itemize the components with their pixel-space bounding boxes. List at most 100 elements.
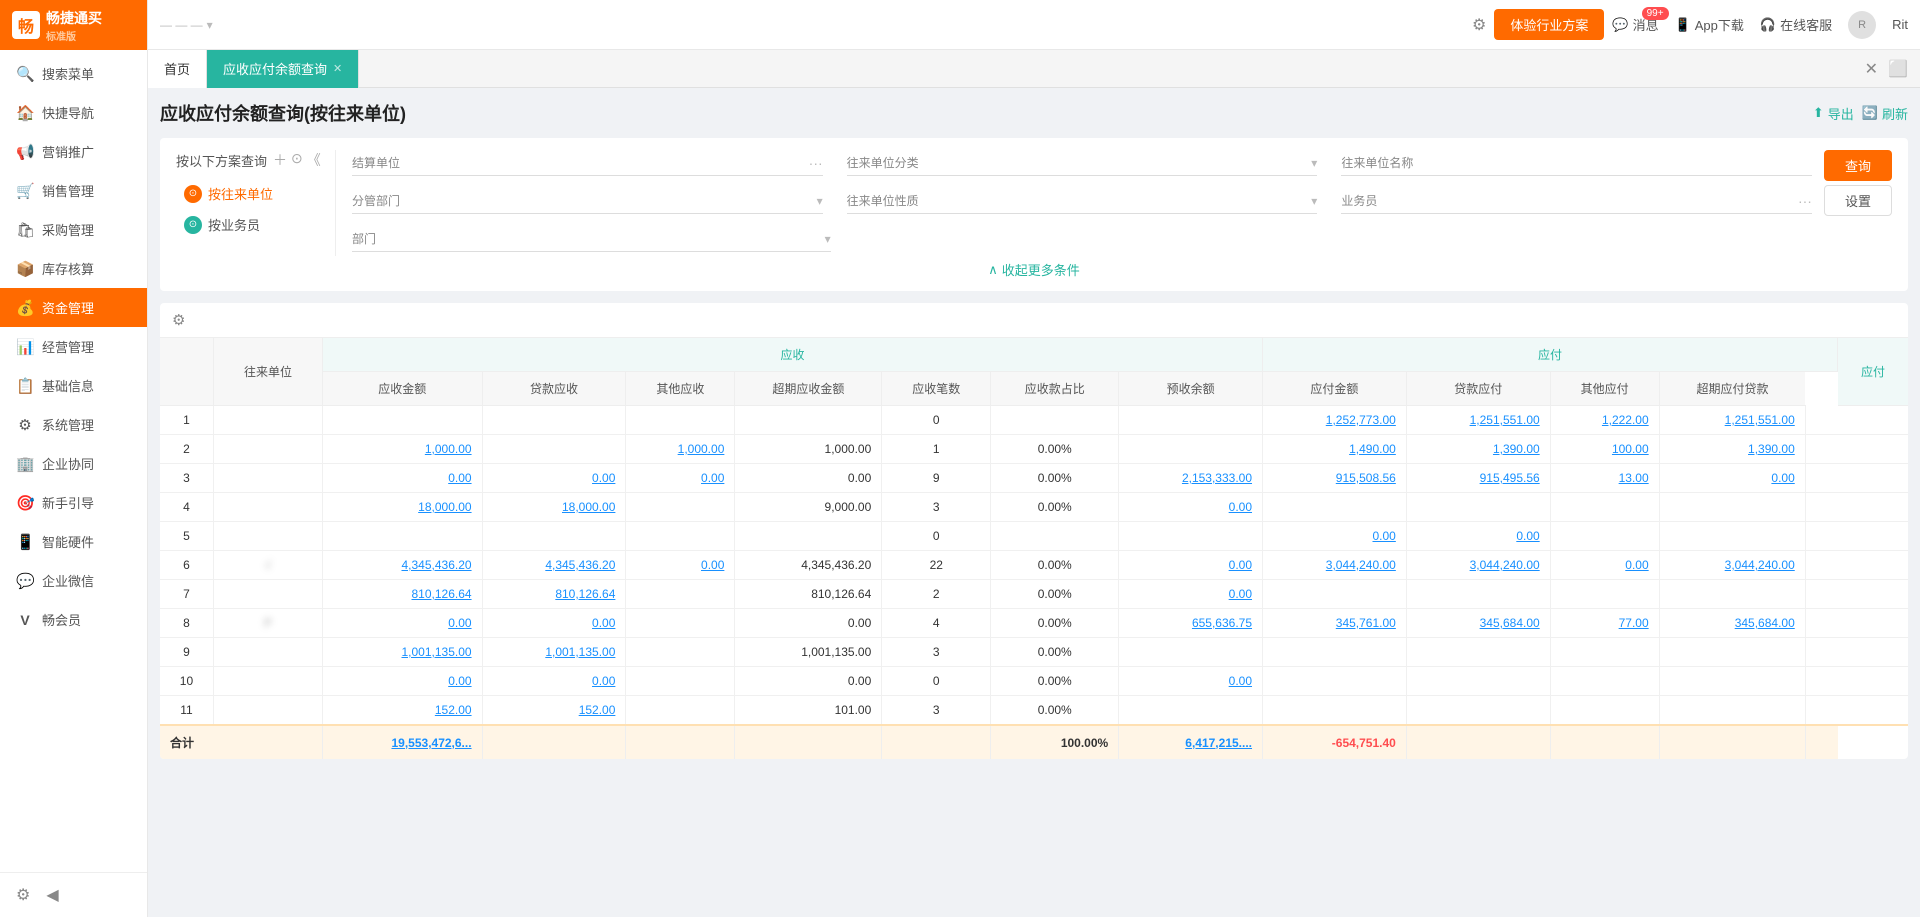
table-cell[interactable]	[1119, 696, 1263, 726]
table-cell[interactable]: 100.00	[1550, 435, 1659, 464]
table-cell[interactable]: 0.00	[1119, 667, 1263, 696]
tab-expand-btn[interactable]: ⬜	[1884, 55, 1912, 83]
query-button[interactable]: 查询	[1824, 150, 1892, 181]
dept-supervisor-arrow[interactable]: ▾	[817, 194, 823, 208]
table-cell[interactable]: 345,684.00	[1406, 609, 1550, 638]
table-cell[interactable]	[626, 522, 735, 551]
table-cell[interactable]: 1,251,551.00	[1659, 406, 1805, 435]
table-cell[interactable]: 2,153,333.00	[1119, 464, 1263, 493]
settlement-unit-field[interactable]	[408, 155, 805, 170]
table-cell[interactable]	[1263, 638, 1407, 667]
table-cell[interactable]: 655,636.75	[1119, 609, 1263, 638]
message-button[interactable]: 💬 消息 99+	[1612, 15, 1658, 34]
refresh-button[interactable]: 🔄 刷新	[1862, 104, 1908, 123]
table-cell[interactable]: 0.00	[322, 667, 482, 696]
table-cell[interactable]	[626, 638, 735, 667]
filter-collapse-button[interactable]: ∧ 收起更多条件	[988, 260, 1080, 279]
department-field[interactable]	[384, 231, 821, 246]
table-cell[interactable]	[1406, 696, 1550, 726]
table-cell[interactable]: 1,251,551.00	[1406, 406, 1550, 435]
table-cell[interactable]	[1263, 667, 1407, 696]
unit-category-field[interactable]	[927, 155, 1308, 170]
table-cell[interactable]	[1263, 493, 1407, 522]
table-cell[interactable]: 1,000.00	[626, 435, 735, 464]
table-cell[interactable]	[1659, 638, 1805, 667]
setting-button[interactable]: 设置	[1824, 185, 1892, 216]
settlement-unit-input[interactable]: 结算单位 ···	[352, 150, 823, 176]
table-cell[interactable]: 0.00	[1550, 551, 1659, 580]
tab-close-icon[interactable]: ✕	[333, 62, 342, 75]
table-cell[interactable]: 0.00	[1263, 522, 1407, 551]
table-cell[interactable]	[626, 696, 735, 726]
salesperson-field[interactable]	[1385, 193, 1794, 208]
table-cell[interactable]: 0.00	[322, 609, 482, 638]
table-cell[interactable]: 0.00	[1659, 464, 1805, 493]
table-cell[interactable]: 810,126.64	[322, 580, 482, 609]
sidebar-item-wechat[interactable]: 💬 企业微信	[0, 561, 147, 600]
unit-nature-field[interactable]	[927, 193, 1308, 208]
solution-button[interactable]: 体验行业方案	[1494, 9, 1604, 40]
table-cell[interactable]	[1550, 522, 1659, 551]
table-cell[interactable]	[1406, 580, 1550, 609]
table-cell[interactable]: 345,684.00	[1659, 609, 1805, 638]
table-cell[interactable]	[1263, 696, 1407, 726]
unit-nature-input[interactable]: 往来单位性质 ▾	[847, 188, 1318, 214]
table-cell[interactable]: 0.00	[1119, 493, 1263, 522]
sidebar-item-marketing[interactable]: 📢 营销推广	[0, 132, 147, 171]
table-settings-icon[interactable]: ⚙	[172, 311, 185, 329]
filter-back-icon[interactable]: 《	[307, 150, 321, 170]
table-cell[interactable]: 345,761.00	[1263, 609, 1407, 638]
sidebar-item-system[interactable]: ⚙ 系统管理	[0, 405, 147, 444]
tab-home[interactable]: 首页	[148, 50, 207, 88]
table-cell[interactable]	[1119, 406, 1263, 435]
table-cell[interactable]	[626, 667, 735, 696]
export-button[interactable]: ⬆ 导出	[1813, 104, 1854, 123]
table-cell[interactable]	[626, 493, 735, 522]
settlement-unit-dots[interactable]: ···	[809, 155, 823, 171]
table-cell[interactable]	[1550, 580, 1659, 609]
table-cell[interactable]: 1,490.00	[1263, 435, 1407, 464]
table-cell[interactable]: 0.00	[1406, 522, 1550, 551]
sidebar-item-enterprise[interactable]: 🏢 企业协同	[0, 444, 147, 483]
sidebar-item-quick-nav[interactable]: 🏠 快捷导航	[0, 93, 147, 132]
table-cell[interactable]	[1550, 667, 1659, 696]
tab-close-btn[interactable]: ✕	[1861, 55, 1882, 83]
table-cell[interactable]: 0.00	[626, 464, 735, 493]
table-cell[interactable]: 1,222.00	[1550, 406, 1659, 435]
table-cell[interactable]	[1406, 638, 1550, 667]
table-cell[interactable]: 1,001,135.00	[482, 638, 626, 667]
table-cell[interactable]	[1659, 696, 1805, 726]
table-cell[interactable]: 18,000.00	[482, 493, 626, 522]
table-cell[interactable]	[322, 522, 482, 551]
table-cell[interactable]: 0.00	[322, 464, 482, 493]
table-cell[interactable]: 915,495.56	[1406, 464, 1550, 493]
table-cell[interactable]: 4,345,436.20	[322, 551, 482, 580]
department-arrow[interactable]: ▾	[825, 232, 831, 246]
filter-add-icon[interactable]: ＋	[273, 150, 287, 170]
salesperson-input[interactable]: 业务员 ···	[1341, 188, 1812, 214]
table-cell[interactable]: 0.00	[1119, 580, 1263, 609]
footer-receivable-amount[interactable]: 19,553,472,6...	[322, 725, 482, 759]
sidebar-item-smart-hw[interactable]: 📱 智能硬件	[0, 522, 147, 561]
dept-supervisor-input[interactable]: 分管部门 ▾	[352, 188, 823, 214]
table-cell[interactable]	[626, 580, 735, 609]
sidebar-item-sales[interactable]: 🛒 销售管理	[0, 171, 147, 210]
tab-ar-ap[interactable]: 应收应付余额查询 ✕	[207, 50, 359, 88]
unit-name-input[interactable]: 往来单位名称	[1341, 150, 1812, 176]
table-cell[interactable]	[1659, 580, 1805, 609]
table-cell[interactable]: 810,126.64	[482, 580, 626, 609]
table-cell[interactable]: 1,390.00	[1659, 435, 1805, 464]
table-cell[interactable]: 152.00	[482, 696, 626, 726]
table-cell[interactable]	[1119, 522, 1263, 551]
table-cell[interactable]: 1,001,135.00	[322, 638, 482, 667]
department-input[interactable]: 部门 ▾	[352, 226, 831, 252]
table-cell[interactable]: 152.00	[322, 696, 482, 726]
table-cell[interactable]	[1659, 493, 1805, 522]
table-cell[interactable]	[1659, 522, 1805, 551]
sidebar-item-search-menu[interactable]: 🔍 搜索菜单	[0, 54, 147, 93]
unit-name-field[interactable]	[1421, 155, 1812, 170]
table-cell[interactable]	[1550, 696, 1659, 726]
table-cell[interactable]	[626, 609, 735, 638]
table-cell[interactable]	[1119, 435, 1263, 464]
table-cell[interactable]	[482, 435, 626, 464]
